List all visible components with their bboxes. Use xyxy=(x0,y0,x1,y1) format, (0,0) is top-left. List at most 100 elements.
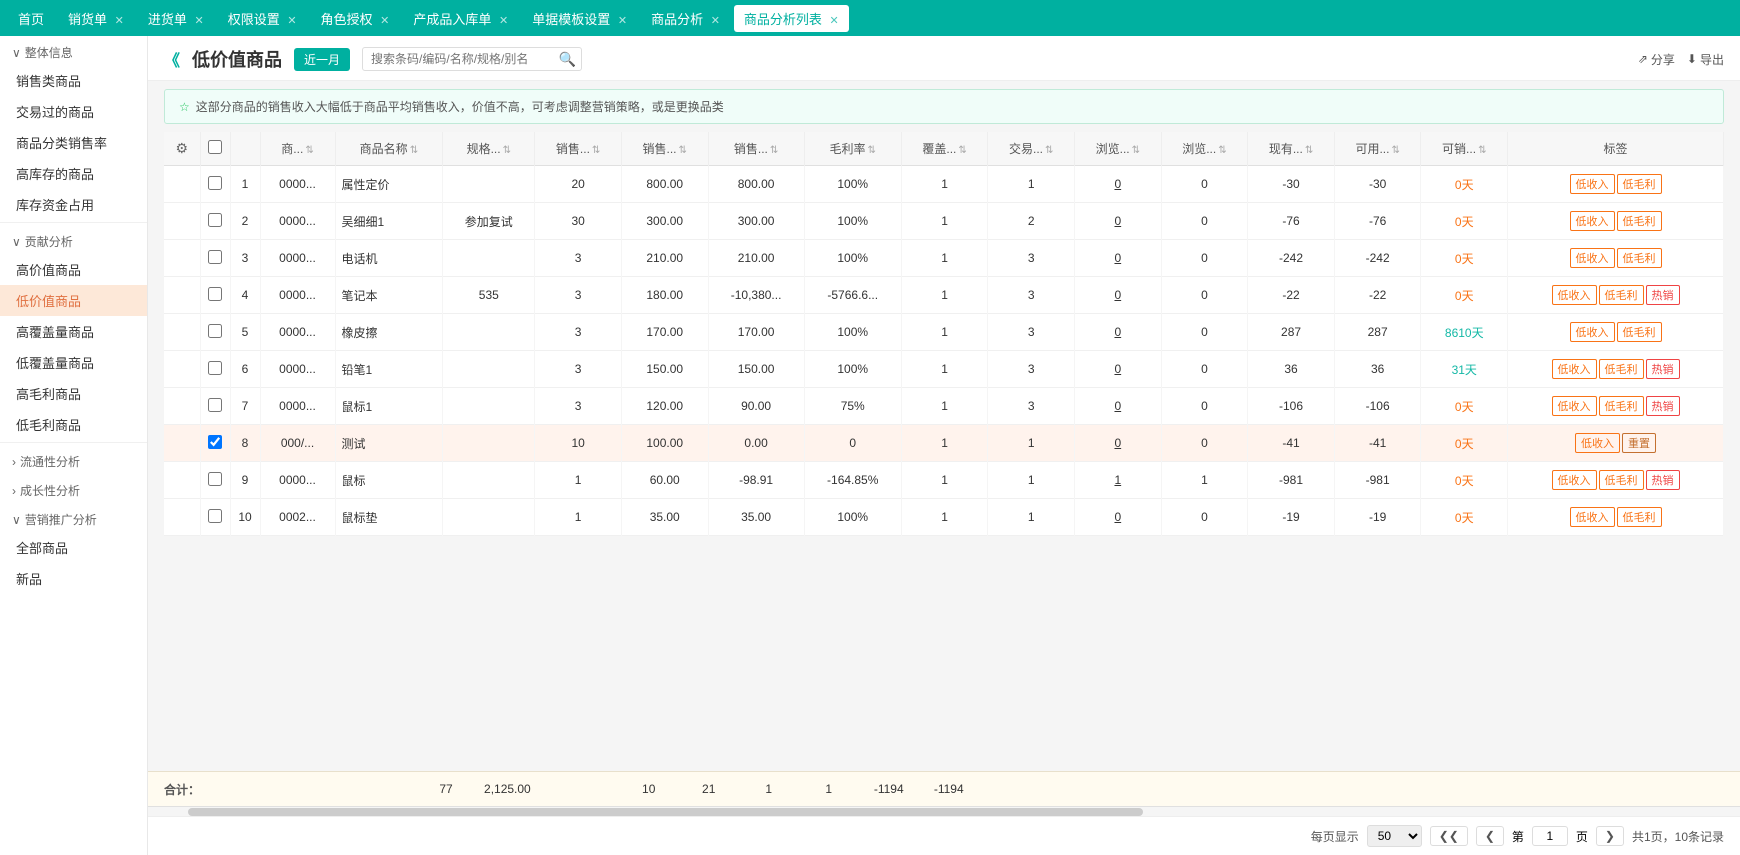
row-checkbox-5[interactable] xyxy=(200,351,230,388)
select-all-checkbox[interactable] xyxy=(208,140,222,154)
browse-link-7[interactable]: 0 xyxy=(1114,436,1121,450)
row-checkbox-2[interactable] xyxy=(200,240,230,277)
nav-product-analysis[interactable]: 商品分析 ✕ xyxy=(641,5,730,32)
sidebar-item-high-value[interactable]: 高价值商品 xyxy=(0,254,147,285)
sidebar-item-new-products[interactable]: 新品 xyxy=(0,563,147,594)
nav-home[interactable]: 首页 xyxy=(8,5,54,32)
next-page-button[interactable]: ❯ xyxy=(1596,826,1624,846)
row-checkbox-input-7[interactable] xyxy=(208,435,222,449)
close-sales-icon[interactable]: ✕ xyxy=(115,15,124,27)
nav-sales[interactable]: 销货单 ✕ xyxy=(58,5,134,32)
col-code[interactable]: 商...⇅ xyxy=(260,132,335,166)
row-col11-7[interactable]: 0 xyxy=(1075,425,1162,462)
sidebar-item-high-inventory[interactable]: 高库存的商品 xyxy=(0,158,147,189)
sidebar-item-traded-products[interactable]: 交易过的商品 xyxy=(0,96,147,127)
nav-role-auth[interactable]: 角色授权 ✕ xyxy=(311,5,400,32)
col-available[interactable]: 可用...⇅ xyxy=(1334,132,1421,166)
row-checkbox-input-2[interactable] xyxy=(208,250,222,264)
row-checkbox-input-5[interactable] xyxy=(208,361,222,375)
sidebar-item-high-profit[interactable]: 高毛利商品 xyxy=(0,378,147,409)
close-template-icon[interactable]: ✕ xyxy=(618,15,627,27)
row-col11-6[interactable]: 0 xyxy=(1075,388,1162,425)
sidebar-group-contribution[interactable]: ∨ 贡献分析 xyxy=(0,225,147,254)
prev-page-button[interactable]: ❮ xyxy=(1476,826,1504,846)
row-checkbox-7[interactable] xyxy=(200,425,230,462)
col-browse1[interactable]: 浏览...⇅ xyxy=(1075,132,1162,166)
sidebar-item-all-products[interactable]: 全部商品 xyxy=(0,532,147,563)
browse-link-5[interactable]: 0 xyxy=(1114,362,1121,376)
row-checkbox-8[interactable] xyxy=(200,462,230,499)
sidebar-item-high-coverage[interactable]: 高覆盖量商品 xyxy=(0,316,147,347)
col-browse2[interactable]: 浏览...⇅ xyxy=(1161,132,1248,166)
col-sales2[interactable]: 销售...⇅ xyxy=(621,132,708,166)
browse-link-2[interactable]: 0 xyxy=(1114,251,1121,265)
col-coverage[interactable]: 覆盖...⇅ xyxy=(901,132,988,166)
close-permissions-icon[interactable]: ✕ xyxy=(287,15,296,27)
col-sales1[interactable]: 销售...⇅ xyxy=(535,132,622,166)
col-sales3[interactable]: 销售...⇅ xyxy=(708,132,804,166)
nav-product-storage[interactable]: 产成品入库单 ✕ xyxy=(403,5,518,32)
sidebar-item-low-profit[interactable]: 低毛利商品 xyxy=(0,409,147,440)
row-checkbox-input-4[interactable] xyxy=(208,324,222,338)
per-page-select[interactable]: 50 20 100 xyxy=(1367,825,1422,847)
first-page-button[interactable]: ❮❮ xyxy=(1430,826,1468,846)
row-checkbox-input-1[interactable] xyxy=(208,213,222,227)
row-checkbox-input-8[interactable] xyxy=(208,472,222,486)
search-icon[interactable]: 🔍 xyxy=(559,51,576,68)
row-checkbox-input-3[interactable] xyxy=(208,287,222,301)
col-trade[interactable]: 交易...⇅ xyxy=(988,132,1075,166)
row-checkbox-4[interactable] xyxy=(200,314,230,351)
browse-link-6[interactable]: 0 xyxy=(1114,399,1121,413)
close-purchase-icon[interactable]: ✕ xyxy=(194,15,203,27)
close-list-icon[interactable]: ✕ xyxy=(830,15,839,27)
row-col11-0[interactable]: 0 xyxy=(1075,166,1162,203)
browse-link-9[interactable]: 0 xyxy=(1114,510,1121,524)
close-analysis-icon[interactable]: ✕ xyxy=(711,15,720,27)
browse-link-4[interactable]: 0 xyxy=(1114,325,1121,339)
row-checkbox-6[interactable] xyxy=(200,388,230,425)
row-checkbox-input-0[interactable] xyxy=(208,176,222,190)
search-input[interactable] xyxy=(362,47,582,71)
row-checkbox-0[interactable] xyxy=(200,166,230,203)
close-product-icon[interactable]: ✕ xyxy=(499,15,508,27)
share-button[interactable]: ⇗ 分享 xyxy=(1638,51,1675,68)
close-role-icon[interactable]: ✕ xyxy=(380,15,389,27)
sidebar-item-category-sales[interactable]: 商品分类销售率 xyxy=(0,127,147,158)
row-col11-5[interactable]: 0 xyxy=(1075,351,1162,388)
page-number-input[interactable] xyxy=(1532,826,1568,846)
row-col11-1[interactable]: 0 xyxy=(1075,203,1162,240)
gear-icon[interactable]: ⚙ xyxy=(175,140,188,156)
sidebar-item-sales-products[interactable]: 销售类商品 xyxy=(0,65,147,96)
nav-product-analysis-list[interactable]: 商品分析列表 ✕ xyxy=(734,5,849,32)
browse-link-0[interactable]: 0 xyxy=(1114,177,1121,191)
col-name[interactable]: 商品名称⇅ xyxy=(335,132,443,166)
nav-template[interactable]: 单据模板设置 ✕ xyxy=(522,5,637,32)
row-col11-2[interactable]: 0 xyxy=(1075,240,1162,277)
col-sellable[interactable]: 可销...⇅ xyxy=(1421,132,1508,166)
row-col11-8[interactable]: 1 xyxy=(1075,462,1162,499)
col-settings[interactable]: ⚙ xyxy=(164,132,200,166)
sidebar-item-low-coverage[interactable]: 低覆盖量商品 xyxy=(0,347,147,378)
col-current[interactable]: 现有...⇅ xyxy=(1248,132,1335,166)
sidebar-group-growth[interactable]: › 成长性分析 xyxy=(0,474,147,503)
browse-link-3[interactable]: 0 xyxy=(1114,288,1121,302)
sidebar-item-inventory-capital[interactable]: 库存资金占用 xyxy=(0,189,147,220)
browse-link-8[interactable]: 1 xyxy=(1114,473,1121,487)
nav-permissions[interactable]: 权限设置 ✕ xyxy=(218,5,307,32)
date-filter-button[interactable]: 近一月 xyxy=(294,48,350,71)
row-checkbox-3[interactable] xyxy=(200,277,230,314)
sidebar-group-circulation[interactable]: › 流通性分析 xyxy=(0,445,147,474)
sidebar-group-marketing[interactable]: ∨ 营销推广分析 xyxy=(0,503,147,532)
row-checkbox-9[interactable] xyxy=(200,499,230,536)
row-checkbox-input-9[interactable] xyxy=(208,509,222,523)
sidebar-item-low-value[interactable]: 低价值商品 xyxy=(0,285,147,316)
nav-purchase[interactable]: 进货单 ✕ xyxy=(138,5,214,32)
row-checkbox-1[interactable] xyxy=(200,203,230,240)
row-col11-4[interactable]: 0 xyxy=(1075,314,1162,351)
collapse-sidebar-button[interactable]: 《 xyxy=(164,47,180,71)
col-profit-rate[interactable]: 毛利率⇅ xyxy=(804,132,901,166)
row-col11-9[interactable]: 0 xyxy=(1075,499,1162,536)
browse-link-1[interactable]: 0 xyxy=(1114,214,1121,228)
col-spec[interactable]: 规格...⇅ xyxy=(443,132,535,166)
sidebar-group-overall[interactable]: ∨ 整体信息 xyxy=(0,36,147,65)
